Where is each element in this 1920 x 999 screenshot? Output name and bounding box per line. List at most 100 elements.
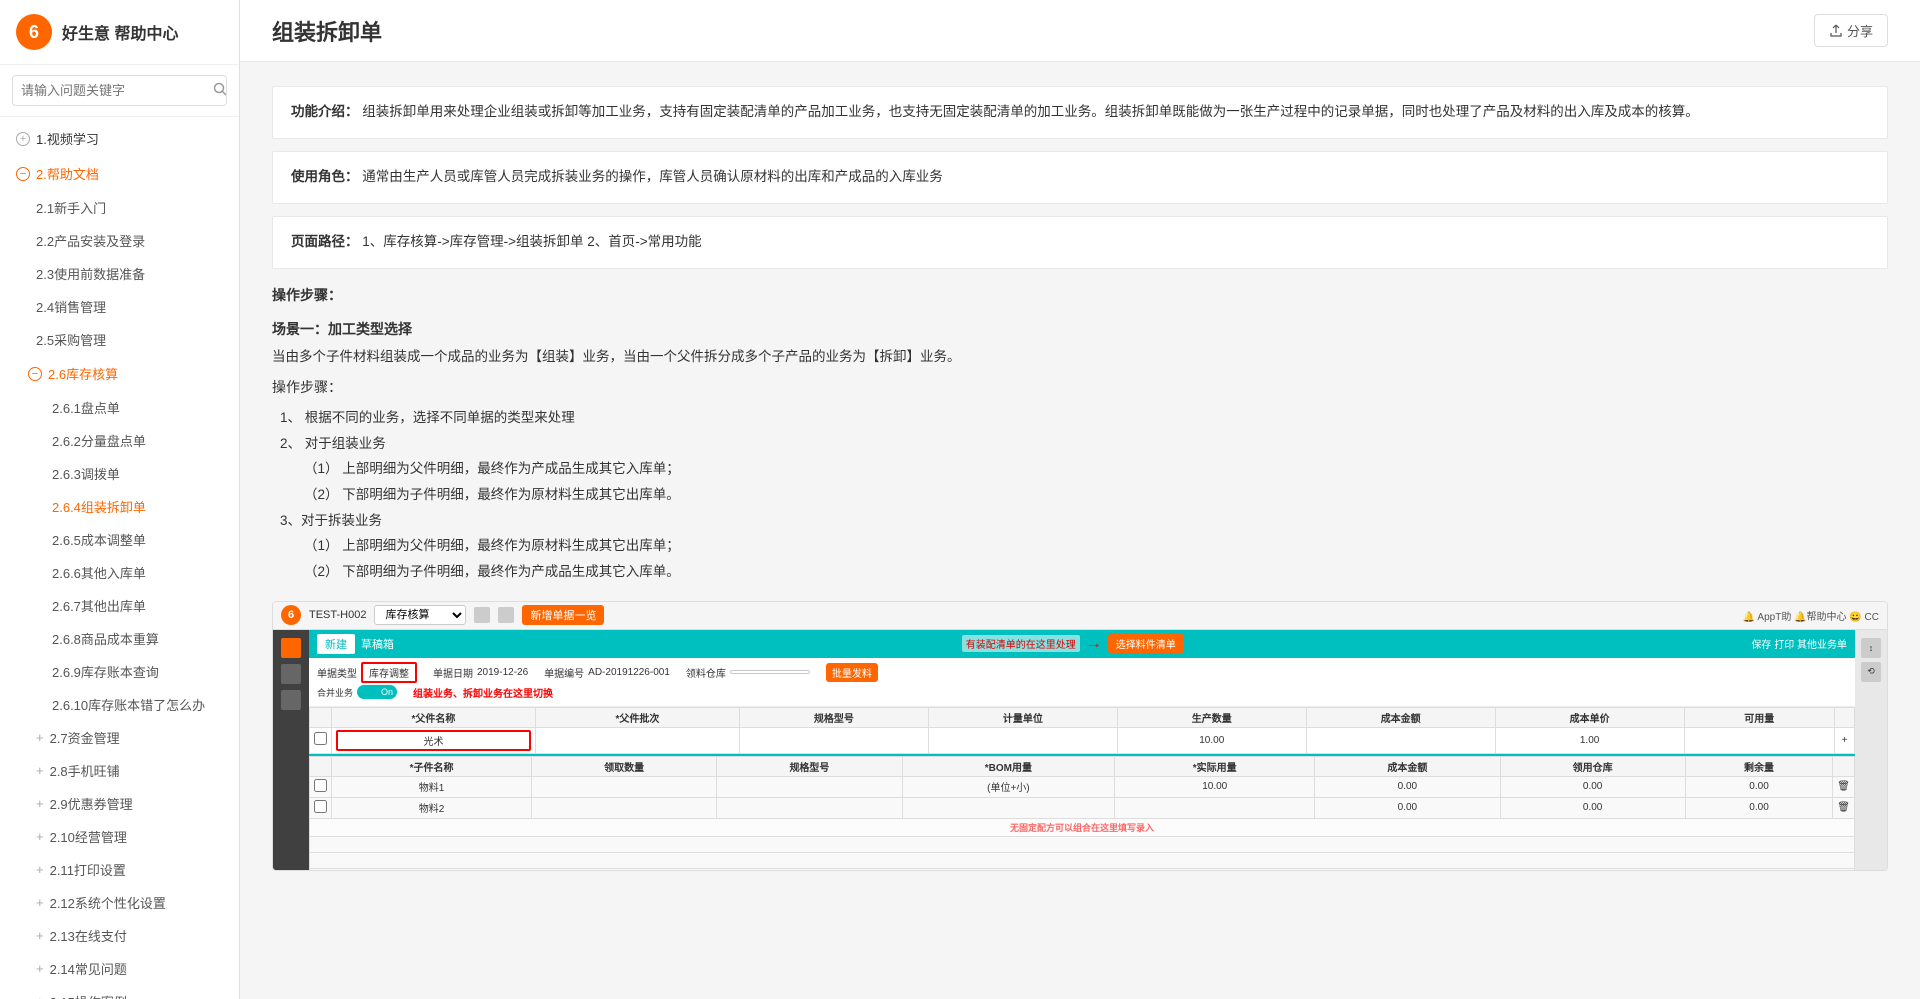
search-button[interactable] [205,76,227,105]
ss-type-value[interactable]: 库存调整 [361,662,417,683]
sidebar-item-inventory[interactable]: − 2.6库存核算 [28,356,239,391]
share-button[interactable]: 分享 [1814,14,1888,47]
sidebar: 6 好生意 帮助中心 + 1.视频学习 − 2.帮助文档 2 [0,0,240,999]
sidebar-item-stock-query[interactable]: 2.6.9库存账本查询 [52,655,239,688]
ss-main-table: *父件名称 *父件批次 规格型号 计量单位 生产数量 成本金额 成本单价 可用量 [309,707,1855,754]
ss-col-check [310,707,332,727]
sidebar-item-stock-error[interactable]: 2.6.10库存账本错了怎么办 [52,688,239,721]
screenshot-mockup: 6 TEST-H002 库存核算 新增单据一览 🔔 AppT助 🔔帮助中心 😀 … [273,602,1887,870]
sidebar-item-other-in-label: 2.6.6其他入库单 [52,563,146,582]
ss-sub-row2-name: 物料2 [332,797,532,818]
sidebar-item-prereqs[interactable]: 2.3使用前数据准备 [36,257,239,290]
step1-num: 1、 [280,410,301,425]
ss-sub-col-name: *子件名称 [332,756,532,776]
ss-header-middle: 有装配清单的在这里处理 → 选择料件清单 [962,634,1184,653]
ss-form-warehouse: 领料仓库 [686,665,810,680]
sidebar-item-mobile-label: 2.8手机旺铺 [50,761,120,780]
ss-doc-tabs: 新建 草稿箱 [317,634,394,654]
sidebar-item-assembly[interactable]: 2.6.4组装拆卸单 [52,490,239,523]
sidebar-item-cost-calc-label: 2.6.8商品成本重算 [52,629,159,648]
ss-warehouse-value[interactable] [730,670,810,674]
sidebar-item-cases[interactable]: + 2.15操作案例 [36,985,239,999]
ss-row-check [310,727,332,753]
sidebar-item-sales-label: 2.4销售管理 [36,297,106,316]
sidebar-item-stocktake-label: 2.6.1盘点单 [52,398,120,417]
disassemble-sub1-text: 上部明细为父件明细，最终作为原材料生成其它出库单； [342,538,680,553]
sidebar-item-help-docs[interactable]: − 2.帮助文档 [0,156,239,191]
ss-row-unit-cost: 1.00 [1495,727,1684,753]
sidebar-item-sys-config[interactable]: + 2.12系统个性化设置 [36,886,239,919]
step1-text: 根据不同的业务，选择不同单据的类型来处理 [305,410,575,425]
ss-sub-col-cost: 成本金额 [1315,756,1500,776]
disassemble-sub1-label: （1） [304,538,339,553]
ss-toggle[interactable]: On [357,685,397,699]
ss-form-id: 单据编号 AD-20191226-001 [544,665,670,680]
func-intro-text: 组装拆卸单用来处理企业组装或拆卸等加工业务，支持有固定装配清单的产品加工业务，也… [362,104,1699,119]
sidebar-item-other-out-label: 2.6.7其他出库单 [52,596,146,615]
ss-sidebar-icon3 [281,690,301,710]
ss-new-btn[interactable]: 新增单据一览 [522,605,604,625]
sidebar-item-partial-stock[interactable]: 2.6.2分量盘点单 [52,424,239,457]
ss-tab-new[interactable]: 新建 [317,634,355,654]
sidebar-item-videos[interactable]: + 1.视频学习 [0,121,239,156]
sidebar-item-vouchers[interactable]: + 2.9优惠券管理 [36,787,239,820]
sidebar-item-other-in[interactable]: 2.6.6其他入库单 [52,556,239,589]
sidebar-item-print[interactable]: + 2.11打印设置 [36,853,239,886]
sidebar-item-other-out[interactable]: 2.6.7其他出库单 [52,589,239,622]
ss-sub-col-warehouse: 领用仓库 [1500,756,1685,776]
ss-row-avail [1684,727,1834,753]
ss-sub-row1-spec [717,776,902,797]
step3: 3、对于拆装业务 [280,508,1888,534]
sidebar-item-install[interactable]: 2.2产品安装及登录 [36,224,239,257]
sidebar-item-inventory-label: 2.6库存核算 [48,364,118,383]
steps-list: 1、 根据不同的业务，选择不同单据的类型来处理 2、 对于组装业务 （1） 上部… [280,405,1888,584]
sidebar-item-purchase[interactable]: 2.5采购管理 [36,323,239,356]
ss-row-spec [739,727,928,753]
sidebar-item-stocktake[interactable]: 2.6.1盘点单 [52,391,239,424]
assemble-sub2: （2） 下部明细为子件明细，最终作为原材料生成其它出库单。 [280,482,1888,508]
vouchers-plus-icon: + [36,796,44,811]
ss-row-cost [1306,727,1495,753]
ss-select-btn[interactable]: 选择料件清单 [1108,634,1184,653]
search-input[interactable] [13,77,205,104]
sidebar-item-faq[interactable]: + 2.14常见问题 [36,952,239,985]
ss-col-unit: 计量单位 [928,707,1117,727]
ss-tab-draft[interactable]: 草稿箱 [361,636,394,652]
share-label: 分享 [1847,21,1873,40]
sub-row2-check[interactable] [314,800,327,813]
sidebar-item-mobile[interactable]: + 2.8手机旺铺 [36,754,239,787]
table-row: 无固定配方可以组合在这里填写录入 [310,818,1855,836]
disassemble-sub1: （1） 上部明细为父件明细，最终作为原材料生成其它出库单； [280,533,1888,559]
ss-row-parent-input[interactable]: 光术 [336,730,531,751]
sidebar-item-cost-adjust[interactable]: 2.6.5成本调整单 [52,523,239,556]
sidebar-item-cases-label: 2.15操作案例 [50,992,127,999]
assemble-sub1: （1） 上部明细为父件明细，最终作为产成品生成其它入库单； [280,456,1888,482]
content-body: 功能介绍： 组装拆卸单用来处理企业组装或拆卸等加工业务，支持有固定装配清单的产品… [240,62,1920,895]
table-row [310,836,1855,852]
sidebar-item-online-pay[interactable]: + 2.13在线支付 [36,919,239,952]
ss-row-unit [928,727,1117,753]
ss-doc-header: 新建 草稿箱 有装配清单的在这里处理 → 选择料件清单 保存 打印 其他业务单 [309,630,1855,658]
row-checkbox[interactable] [314,732,327,745]
sidebar-item-finance[interactable]: + 2.7资金管理 [36,721,239,754]
scene1-steps-title: 操作步骤： [272,377,1888,397]
ss-left-sidebar [273,630,309,870]
ss-row-action: + [1835,727,1855,753]
ss-topbar: 6 TEST-H002 库存核算 新增单据一览 🔔 AppT助 🔔帮助中心 😀 … [273,602,1887,630]
inventory-minus-icon: − [28,367,42,381]
sub-row1-check[interactable] [314,779,327,792]
sidebar-item-sales[interactable]: 2.4销售管理 [36,290,239,323]
sidebar-item-operations[interactable]: + 2.10经营管理 [36,820,239,853]
sidebar-item-newcomer[interactable]: 2.1新手入门 [36,191,239,224]
sidebar-item-transfer[interactable]: 2.6.3调拨单 [52,457,239,490]
sidebar-item-cost-calc[interactable]: 2.6.8商品成本重算 [52,622,239,655]
sidebar-item-vouchers-label: 2.9优惠券管理 [50,794,133,813]
table-row: 光术 10.00 1.00 [310,727,1855,753]
ss-batch-btn[interactable]: 批量发料 [826,663,878,682]
screenshot-container: 6 TEST-H002 库存核算 新增单据一览 🔔 AppT助 🔔帮助中心 😀 … [272,601,1888,871]
ss-sub-col-qty: 领取数量 [532,756,717,776]
sidebar-item-online-pay-label: 2.13在线支付 [50,926,127,945]
logo-icon: 6 [16,14,52,50]
ss-assemble-annotation: 组装业务、拆卸业务在这里切换 [413,685,553,700]
ss-company-select[interactable]: 库存核算 [374,605,466,625]
